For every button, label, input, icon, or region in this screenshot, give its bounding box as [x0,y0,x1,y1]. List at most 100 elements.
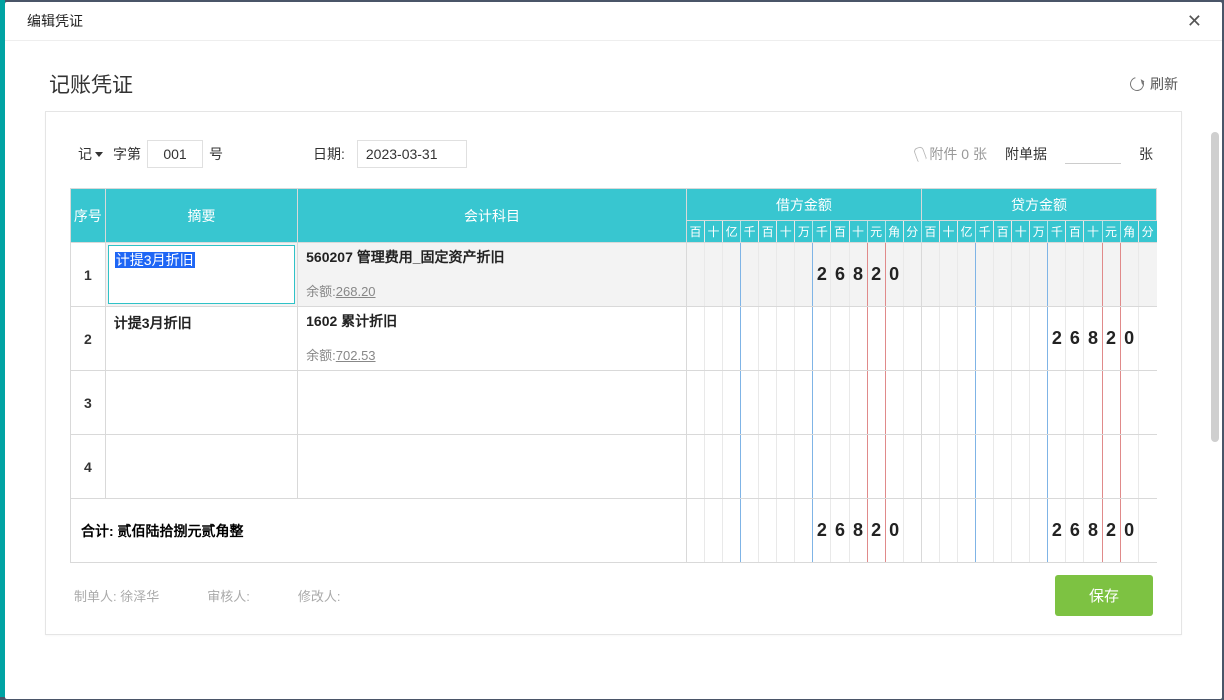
debit-digit[interactable] [885,307,903,371]
debit-digit[interactable] [831,435,849,499]
summary-cell[interactable] [105,371,297,435]
credit-digit[interactable] [1012,435,1030,499]
close-icon[interactable]: ✕ [1183,8,1206,34]
refresh-button[interactable]: 刷新 [1130,74,1178,94]
debit-digit[interactable] [705,371,723,435]
credit-digit[interactable] [1066,371,1084,435]
debit-digit[interactable] [686,371,704,435]
credit-digit[interactable] [1048,371,1066,435]
credit-digit[interactable]: 6 [1066,307,1084,371]
debit-digit[interactable] [813,371,831,435]
debit-digit[interactable] [903,435,921,499]
debit-digit[interactable] [903,307,921,371]
credit-digit[interactable] [1138,435,1156,499]
credit-digit[interactable] [1084,243,1102,307]
debit-digit[interactable] [777,435,795,499]
credit-digit[interactable] [958,371,976,435]
debit-digit[interactable] [741,307,759,371]
debit-digit[interactable] [741,243,759,307]
credit-digit[interactable] [1012,307,1030,371]
credit-digit[interactable] [921,243,939,307]
credit-digit[interactable] [994,243,1012,307]
debit-digit[interactable] [723,435,741,499]
credit-digit[interactable] [921,435,939,499]
debit-digit[interactable] [686,435,704,499]
credit-digit[interactable] [1120,371,1138,435]
credit-digit[interactable] [1066,243,1084,307]
debit-digit[interactable] [777,307,795,371]
debit-digit[interactable]: 2 [867,243,885,307]
credit-digit[interactable] [939,243,957,307]
debit-digit[interactable] [686,243,704,307]
credit-digit[interactable] [1048,243,1066,307]
credit-digit[interactable] [1030,243,1048,307]
credit-digit[interactable] [1012,243,1030,307]
credit-digit[interactable] [1120,435,1138,499]
credit-digit[interactable] [1030,435,1048,499]
debit-digit[interactable] [723,307,741,371]
debit-digit[interactable] [813,435,831,499]
debit-digit[interactable] [777,243,795,307]
debit-digit[interactable] [723,243,741,307]
credit-digit[interactable] [1138,371,1156,435]
summary-input[interactable]: 计提3月折旧 [108,245,295,304]
debit-digit[interactable] [741,435,759,499]
debit-digit[interactable] [759,307,777,371]
save-button[interactable]: 保存 [1055,575,1153,616]
debit-digit[interactable] [705,435,723,499]
debit-digit[interactable] [795,307,813,371]
debit-digit[interactable]: 8 [849,243,867,307]
debit-digit[interactable] [705,243,723,307]
summary-cell[interactable]: 计提3月折旧 [105,243,297,307]
credit-digit[interactable] [994,371,1012,435]
debit-digit[interactable] [867,435,885,499]
credit-digit[interactable] [994,307,1012,371]
debit-digit[interactable] [849,435,867,499]
credit-digit[interactable] [921,371,939,435]
credit-digit[interactable] [958,307,976,371]
debit-digit[interactable] [759,371,777,435]
debit-digit[interactable] [795,371,813,435]
attachment-count-input[interactable] [1065,144,1121,164]
debit-digit[interactable] [849,307,867,371]
credit-digit[interactable] [1102,435,1120,499]
debit-digit[interactable] [867,307,885,371]
debit-digit[interactable] [903,371,921,435]
debit-digit[interactable] [741,371,759,435]
credit-digit[interactable] [958,243,976,307]
account-cell[interactable]: 1602 累计折旧余额:702.53 [298,307,687,371]
debit-digit[interactable] [759,435,777,499]
account-cell[interactable] [298,435,687,499]
debit-digit[interactable] [759,243,777,307]
debit-digit[interactable]: 0 [885,243,903,307]
debit-digit[interactable] [813,307,831,371]
summary-cell[interactable]: 计提3月折旧 [105,307,297,371]
debit-digit[interactable] [723,371,741,435]
credit-digit[interactable] [1120,243,1138,307]
credit-digit[interactable] [1138,243,1156,307]
voucher-date-input[interactable] [357,140,467,168]
debit-digit[interactable] [867,371,885,435]
account-cell[interactable] [298,371,687,435]
credit-digit[interactable] [976,243,994,307]
debit-digit[interactable] [903,243,921,307]
scrollbar[interactable] [1211,132,1219,442]
debit-digit[interactable]: 2 [813,243,831,307]
credit-digit[interactable] [1084,435,1102,499]
credit-digit[interactable] [1030,307,1048,371]
credit-digit[interactable] [1102,243,1120,307]
credit-digit[interactable] [1012,371,1030,435]
debit-digit[interactable] [705,307,723,371]
debit-digit[interactable] [686,307,704,371]
credit-digit[interactable] [994,435,1012,499]
credit-digit[interactable]: 2 [1102,307,1120,371]
credit-digit[interactable] [1084,371,1102,435]
voucher-type-dropdown[interactable]: 记 [74,144,107,164]
debit-digit[interactable] [849,371,867,435]
credit-digit[interactable] [1030,371,1048,435]
summary-cell[interactable] [105,435,297,499]
voucher-number-input[interactable] [147,140,203,168]
credit-digit[interactable]: 0 [1120,307,1138,371]
credit-digit[interactable] [976,307,994,371]
credit-digit[interactable] [939,307,957,371]
